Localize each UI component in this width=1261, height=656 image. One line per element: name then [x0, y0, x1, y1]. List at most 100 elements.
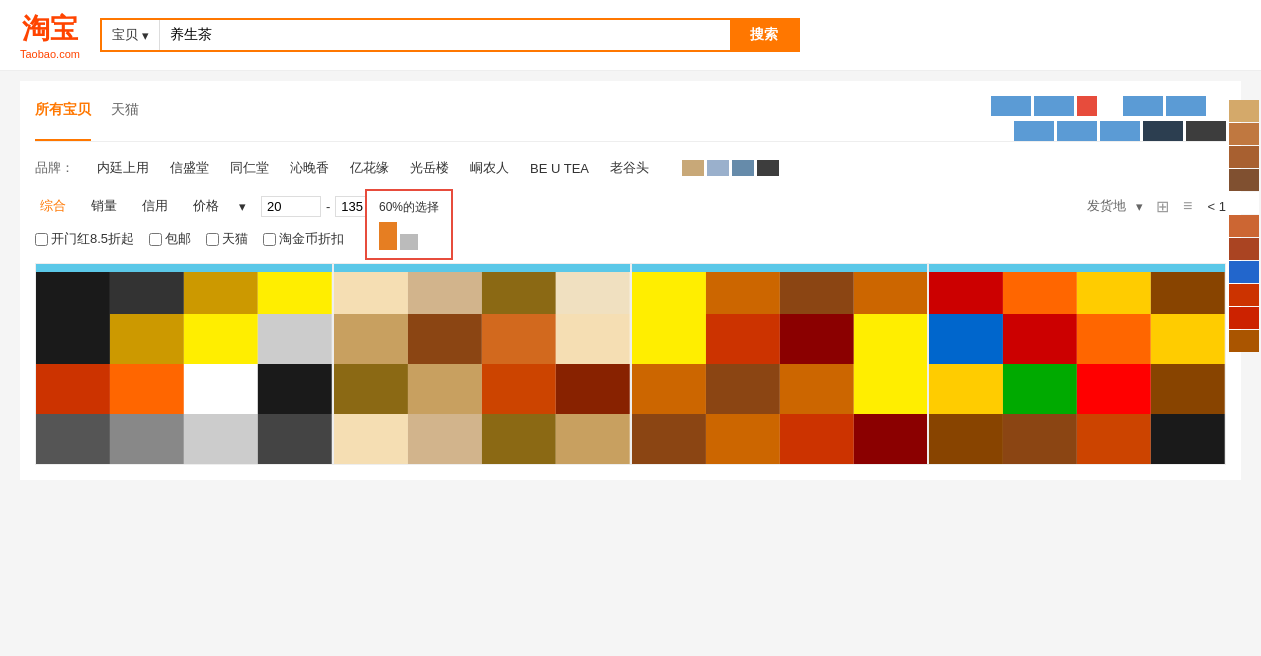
tab-tmall[interactable]: 天猫	[111, 96, 139, 141]
product-card-4[interactable]	[928, 263, 1226, 465]
logo-text: 淘宝	[22, 10, 78, 48]
rs-swatch-5[interactable]	[1229, 215, 1259, 237]
checkbox-gold-coin-input[interactable]	[263, 233, 276, 246]
brand-item-4[interactable]: 亿花缘	[342, 157, 397, 179]
checkbox-discount-input[interactable]	[35, 233, 48, 246]
rs-swatch-9[interactable]	[1229, 307, 1259, 329]
top-bar-4	[929, 264, 1225, 272]
brand-item-3[interactable]: 沁晚香	[282, 157, 337, 179]
svg-rect-12	[36, 414, 110, 464]
brand-item-2[interactable]: 同仁堂	[222, 157, 277, 179]
brand-filter-label: 品牌：	[35, 159, 74, 177]
color-swatch[interactable]	[1034, 96, 1074, 116]
search-input[interactable]	[160, 20, 730, 50]
product-image-4	[929, 264, 1225, 464]
rs-swatch-6[interactable]	[1229, 238, 1259, 260]
color-swatch[interactable]	[1166, 96, 1206, 116]
svg-rect-27	[556, 364, 630, 414]
price-min-input[interactable]	[261, 196, 321, 217]
svg-rect-28	[334, 414, 408, 464]
color-swatch[interactable]	[1100, 121, 1140, 141]
svg-rect-44	[632, 414, 706, 464]
color-swatch[interactable]	[1077, 96, 1097, 116]
svg-rect-26	[482, 364, 556, 414]
svg-rect-57	[1003, 364, 1077, 414]
color-swatch[interactable]	[1186, 121, 1226, 141]
sort-price[interactable]: 价格	[188, 194, 224, 218]
rs-swatch-4[interactable]	[1229, 169, 1259, 191]
svg-rect-15	[258, 414, 332, 464]
main-content: 所有宝贝 天猫 品牌： 内廷上用 信盛堂	[20, 81, 1241, 480]
color-palette-area	[991, 96, 1226, 141]
svg-rect-56	[929, 364, 1003, 414]
rs-swatch-3[interactable]	[1229, 146, 1259, 168]
rs-swatch-7[interactable]	[1229, 261, 1259, 283]
tooltip-text: 60%的选择	[379, 199, 439, 216]
swatch-blue[interactable]	[707, 160, 729, 176]
product-card-1[interactable]	[35, 263, 333, 465]
svg-rect-29	[408, 414, 482, 464]
tabs: 所有宝贝 天猫	[35, 96, 1226, 142]
checkbox-free-shipping[interactable]: 包邮	[149, 230, 191, 248]
checkbox-tmall-input[interactable]	[206, 233, 219, 246]
checkbox-discount[interactable]: 开门红8.5折起	[35, 230, 134, 248]
search-category-label: 宝贝	[112, 26, 138, 44]
svg-rect-40	[632, 364, 706, 414]
ship-from-dropdown-icon[interactable]: ▾	[1136, 199, 1143, 214]
sort-sales[interactable]: 销量	[86, 194, 122, 218]
product-card-3[interactable]	[631, 263, 929, 465]
svg-rect-54	[1077, 314, 1151, 364]
svg-rect-22	[482, 314, 556, 364]
rs-swatch-1[interactable]	[1229, 100, 1259, 122]
color-swatch[interactable]	[1143, 121, 1183, 141]
svg-rect-46	[779, 414, 853, 464]
product-card-2[interactable]	[333, 263, 631, 465]
swatch-darkblue[interactable]	[732, 160, 754, 176]
list-view-icon[interactable]: ≡	[1178, 198, 1198, 214]
checkbox-tmall[interactable]: 天猫	[206, 230, 248, 248]
product-pixel-art-1	[36, 264, 332, 464]
swatch-dark[interactable]	[757, 160, 779, 176]
brand-item-7[interactable]: BE U TEA	[522, 159, 597, 178]
grid-view-icon[interactable]: ⊞	[1153, 198, 1173, 214]
checkbox-gold-coin[interactable]: 淘金币折扣	[263, 230, 344, 248]
brand-item-1[interactable]: 信盛堂	[162, 157, 217, 179]
search-category-selector[interactable]: 宝贝 ▾	[102, 20, 160, 50]
sort-credit[interactable]: 信用	[137, 194, 173, 218]
rs-swatch-8[interactable]	[1229, 284, 1259, 306]
svg-rect-20	[334, 314, 408, 364]
page-info[interactable]: < 1	[1208, 199, 1226, 214]
tab-all-items[interactable]: 所有宝贝	[35, 96, 91, 141]
svg-rect-24	[334, 364, 408, 414]
svg-rect-39	[853, 314, 927, 364]
brand-item-6[interactable]: 峒农人	[462, 157, 517, 179]
color-swatch[interactable]	[1014, 121, 1054, 141]
color-swatch[interactable]	[991, 96, 1031, 116]
top-bar-3	[632, 264, 928, 272]
color-swatch[interactable]	[1123, 96, 1163, 116]
checkbox-free-shipping-input[interactable]	[149, 233, 162, 246]
swatch-beige[interactable]	[682, 160, 704, 176]
brand-item-8[interactable]: 老谷头	[602, 157, 657, 179]
search-button[interactable]: 搜索	[730, 20, 798, 50]
svg-rect-47	[853, 414, 927, 464]
product-pixel-art-2	[334, 264, 630, 464]
product-pixel-art-4	[929, 264, 1225, 464]
sort-comprehensive[interactable]: 综合	[35, 194, 71, 218]
brand-item-0[interactable]: 内廷上用	[89, 157, 157, 179]
svg-rect-9	[110, 364, 184, 414]
color-swatch[interactable]	[1057, 121, 1097, 141]
price-tooltip-popup: 60%的选择	[365, 189, 453, 260]
svg-rect-25	[408, 364, 482, 414]
brand-item-5[interactable]: 光岳楼	[402, 157, 457, 179]
svg-rect-14	[184, 414, 258, 464]
checkbox-tmall-label: 天猫	[222, 230, 248, 248]
svg-rect-30	[482, 414, 556, 464]
product-pixel-art-3	[632, 264, 928, 464]
rs-swatch-10[interactable]	[1229, 330, 1259, 352]
spacer	[991, 121, 1011, 131]
rs-swatch-spacer	[1229, 192, 1259, 214]
top-bar-1	[36, 264, 332, 272]
rs-swatch-2[interactable]	[1229, 123, 1259, 145]
bar-gray	[400, 234, 418, 250]
